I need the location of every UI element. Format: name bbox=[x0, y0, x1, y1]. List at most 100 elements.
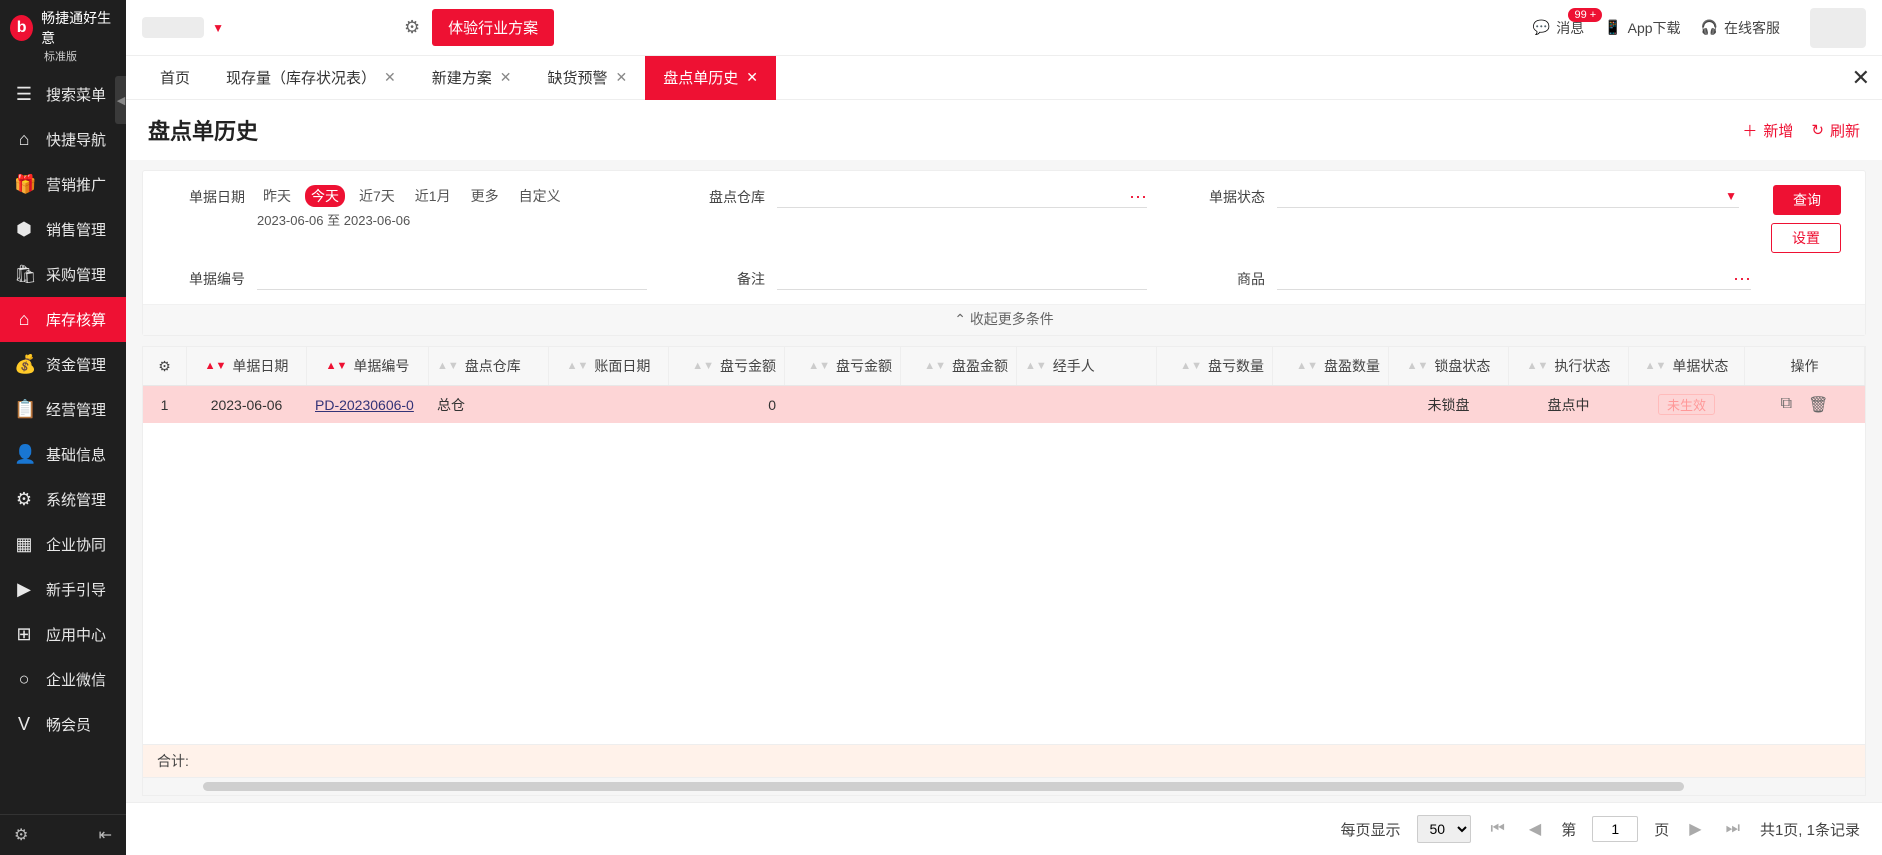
horizontal-scrollbar[interactable] bbox=[143, 777, 1865, 795]
col-gain-qty[interactable]: ▲▼盘盈数量 bbox=[1273, 347, 1389, 385]
col-date[interactable]: ▲▼单据日期 bbox=[187, 347, 307, 385]
avatar[interactable] bbox=[1810, 8, 1866, 48]
first-page-button[interactable]: ⏮ bbox=[1487, 820, 1509, 838]
sidebar-item-2[interactable]: 🎁营销推广 bbox=[0, 162, 126, 207]
ellipsis-icon[interactable]: ⋯ bbox=[1733, 269, 1749, 290]
search-button[interactable]: 查询 bbox=[1773, 185, 1841, 215]
col-book-date[interactable]: ▲▼账面日期 bbox=[549, 347, 669, 385]
sidebar-item-5[interactable]: ⌂库存核算 bbox=[0, 297, 126, 342]
nav-icon: 🎁 bbox=[14, 174, 34, 195]
sidebar-item-13[interactable]: ○企业微信 bbox=[0, 657, 126, 702]
remark-input[interactable] bbox=[777, 267, 1147, 290]
nav-label: 系统管理 bbox=[46, 489, 106, 510]
delete-icon[interactable]: 🗑 bbox=[1808, 395, 1828, 415]
messages-button[interactable]: 💬 消息 99 + bbox=[1533, 18, 1584, 38]
nav-label: 新手引导 bbox=[46, 579, 106, 600]
sidebar-item-1[interactable]: ⌂快捷导航 bbox=[0, 117, 126, 162]
tab-3[interactable]: 缺货预警✕ bbox=[530, 56, 646, 100]
close-icon[interactable]: ✕ bbox=[616, 69, 628, 86]
last-page-button[interactable]: ⏭ bbox=[1722, 820, 1744, 838]
col-loss-qty[interactable]: ▲▼盘亏数量 bbox=[1157, 347, 1273, 385]
app-download-button[interactable]: 📱 App下载 bbox=[1604, 18, 1680, 38]
next-page-button[interactable]: ▶ bbox=[1685, 819, 1705, 839]
col-code[interactable]: ▲▼单据编号 bbox=[307, 347, 429, 385]
status-select[interactable] bbox=[1277, 185, 1739, 208]
col-loss-amt2[interactable]: ▲▼盘亏金额 bbox=[785, 347, 901, 385]
col-gain-amt[interactable]: ▲▼盘盈金额 bbox=[901, 347, 1017, 385]
col-status[interactable]: ▲▼单据状态 bbox=[1629, 347, 1745, 385]
nav-icon: ☰ bbox=[14, 84, 34, 105]
sidebar-item-0[interactable]: ☰搜索菜单 bbox=[0, 72, 126, 117]
close-icon[interactable]: ✕ bbox=[384, 69, 396, 86]
sidebar-item-4[interactable]: 🛍采购管理 bbox=[0, 252, 126, 297]
warehouse-input[interactable] bbox=[777, 185, 1147, 208]
close-all-tabs-icon[interactable]: ✕ bbox=[1852, 65, 1870, 91]
page-prefix: 第 bbox=[1561, 819, 1576, 840]
date-chip-2[interactable]: 近7天 bbox=[353, 185, 401, 207]
collapse-icon[interactable]: ⇤ bbox=[99, 825, 112, 845]
column-config-button[interactable]: ⚙ bbox=[143, 347, 187, 385]
date-chip-5[interactable]: 自定义 bbox=[513, 185, 567, 207]
col-exec[interactable]: ▲▼执行状态 bbox=[1509, 347, 1629, 385]
org-selector[interactable]: ▼ bbox=[142, 17, 392, 38]
col-loss-amt[interactable]: ▲▼盘亏金额 bbox=[669, 347, 785, 385]
collapse-filters-button[interactable]: ⌃ 收起更多条件 bbox=[143, 304, 1865, 335]
tab-1[interactable]: 现存量（库存状况表）✕ bbox=[208, 56, 414, 100]
nav-label: 资金管理 bbox=[46, 354, 106, 375]
sidebar-item-9[interactable]: ⚙系统管理 bbox=[0, 477, 126, 522]
data-grid: ⚙ ▲▼单据日期 ▲▼单据编号 ▲▼盘点仓库 ▲▼账面日期 ▲▼盘亏金额 ▲▼盘… bbox=[142, 346, 1866, 796]
view-icon[interactable]: ⧉ bbox=[1781, 395, 1792, 415]
sidebar-item-11[interactable]: ▶新手引导 bbox=[0, 567, 126, 612]
industry-cta-button[interactable]: 体验行业方案 bbox=[432, 9, 554, 46]
nav-icon: ⌂ bbox=[14, 129, 34, 150]
settings-icon[interactable]: ⚙ bbox=[14, 825, 28, 845]
sidebar-item-8[interactable]: 👤基础信息 bbox=[0, 432, 126, 477]
tab-label: 盘点单历史 bbox=[663, 67, 738, 88]
new-button[interactable]: ＋ 新增 bbox=[1742, 120, 1793, 141]
sidebar-item-14[interactable]: V畅会员 bbox=[0, 702, 126, 747]
date-chip-0[interactable]: 昨天 bbox=[257, 185, 297, 207]
filter-label-wh: 盘点仓库 bbox=[687, 185, 765, 207]
nav-icon: 📋 bbox=[14, 399, 34, 420]
support-button[interactable]: 🎧 在线客服 bbox=[1701, 18, 1780, 38]
chevron-down-icon[interactable]: ▼ bbox=[1725, 189, 1737, 203]
code-input[interactable] bbox=[257, 267, 647, 290]
per-page-select[interactable]: 50 bbox=[1417, 815, 1471, 843]
sidebar-nav: ☰搜索菜单⌂快捷导航🎁营销推广⬢销售管理🛍采购管理⌂库存核算💰资金管理📋经营管理… bbox=[0, 72, 126, 814]
brand-logo-icon: b bbox=[10, 15, 33, 41]
tab-label: 新建方案 bbox=[432, 67, 492, 88]
date-chip-1[interactable]: 今天 bbox=[305, 185, 345, 207]
date-chip-3[interactable]: 近1月 bbox=[409, 185, 457, 207]
col-warehouse[interactable]: ▲▼盘点仓库 bbox=[429, 347, 549, 385]
nav-label: 库存核算 bbox=[46, 309, 106, 330]
close-icon[interactable]: ✕ bbox=[746, 69, 758, 86]
table-row[interactable]: 12023-06-06PD-20230606-0总仓0未锁盘盘点中未生效⧉🗑 bbox=[143, 386, 1865, 423]
sidebar-item-7[interactable]: 📋经营管理 bbox=[0, 387, 126, 432]
sidebar: b 畅捷通好生意 标准版 ◀ ☰搜索菜单⌂快捷导航🎁营销推广⬢销售管理🛍采购管理… bbox=[0, 0, 126, 855]
date-joiner: 至 bbox=[327, 213, 340, 228]
new-label: 新增 bbox=[1763, 120, 1793, 141]
cell-code[interactable]: PD-20230606-0 bbox=[307, 386, 429, 423]
nav-label: 销售管理 bbox=[46, 219, 106, 240]
cell-op: ⧉🗑 bbox=[1745, 386, 1865, 423]
sidebar-item-3[interactable]: ⬢销售管理 bbox=[0, 207, 126, 252]
gear-icon[interactable]: ⚙ bbox=[404, 17, 420, 38]
refresh-button[interactable]: ↻ 刷新 bbox=[1811, 120, 1860, 141]
cell-loss-qty bbox=[1157, 386, 1273, 423]
close-icon[interactable]: ✕ bbox=[500, 69, 512, 86]
tab-4[interactable]: 盘点单历史 ✕ bbox=[645, 56, 776, 100]
col-lock[interactable]: ▲▼锁盘状态 bbox=[1389, 347, 1509, 385]
sidebar-item-6[interactable]: 💰资金管理 bbox=[0, 342, 126, 387]
col-person[interactable]: ▲▼经手人 bbox=[1017, 347, 1157, 385]
plus-icon: ＋ bbox=[1742, 120, 1757, 141]
tab-2[interactable]: 新建方案 ✕ bbox=[414, 56, 530, 100]
product-input[interactable] bbox=[1277, 267, 1751, 290]
page-input[interactable] bbox=[1592, 816, 1638, 842]
sidebar-item-12[interactable]: ⊞应用中心 bbox=[0, 612, 126, 657]
date-chip-4[interactable]: 更多 bbox=[465, 185, 505, 207]
sidebar-item-10[interactable]: ▦企业协同 bbox=[0, 522, 126, 567]
tab-0[interactable]: 首页 bbox=[142, 56, 208, 100]
prev-page-button[interactable]: ◀ bbox=[1525, 819, 1545, 839]
settings-button[interactable]: 设置 bbox=[1771, 223, 1841, 253]
ellipsis-icon[interactable]: ⋯ bbox=[1129, 187, 1145, 208]
